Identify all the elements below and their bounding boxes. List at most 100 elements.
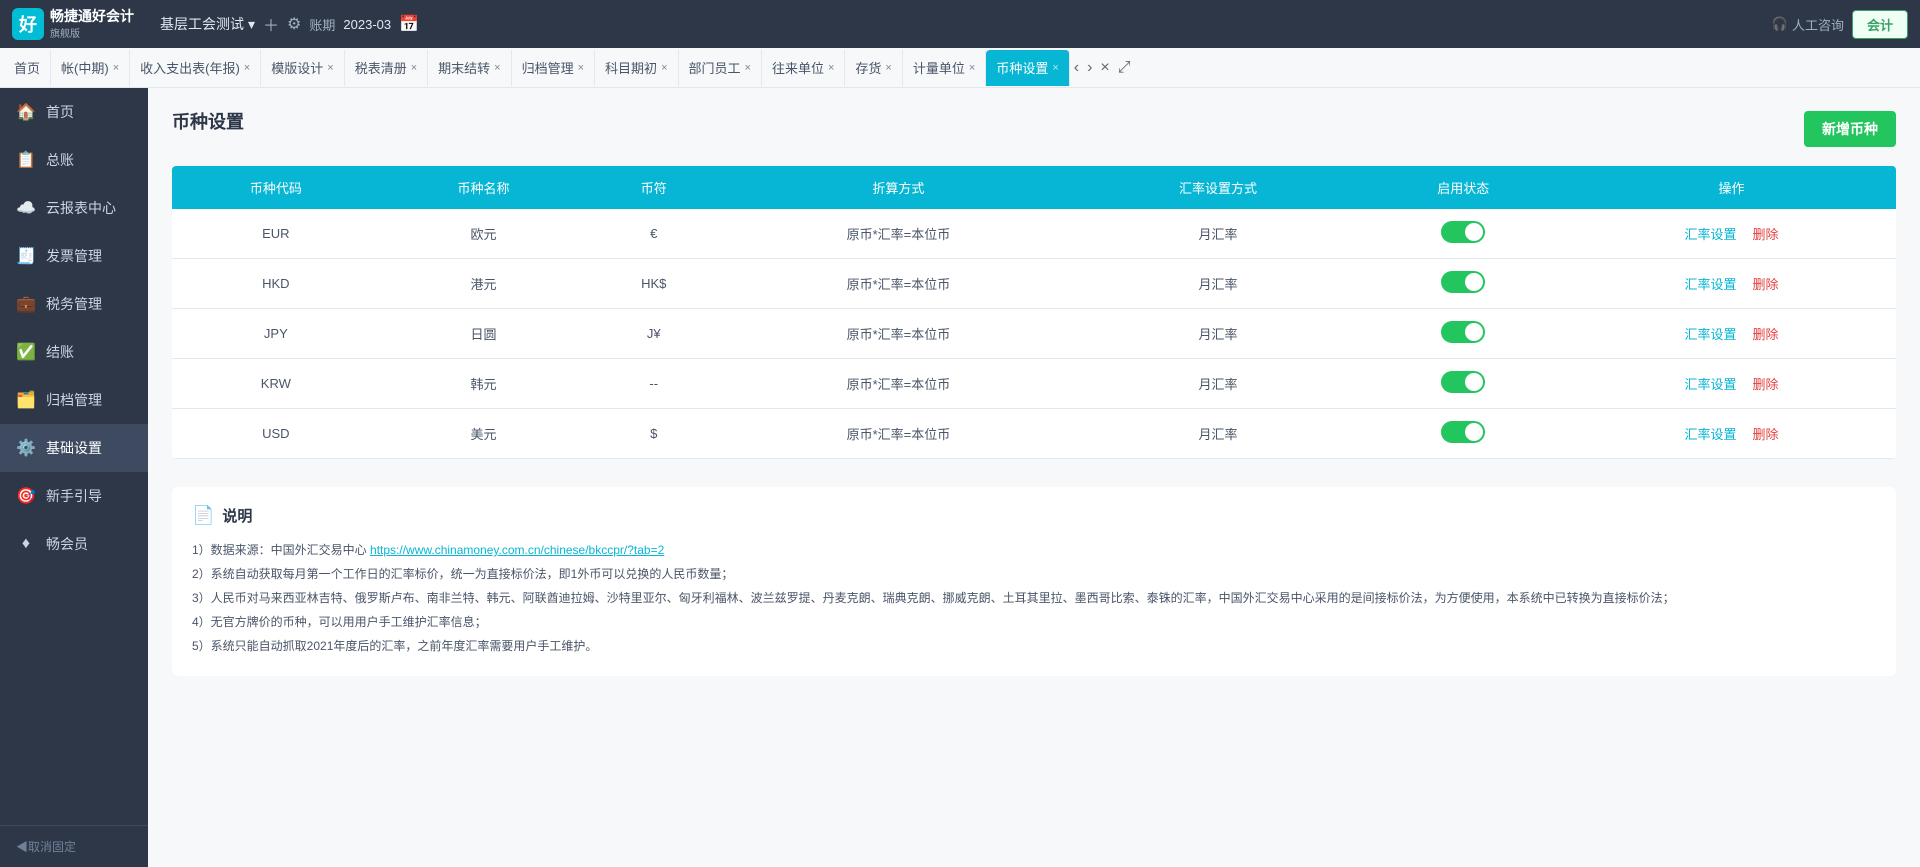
cell-rate-type: 月汇率 <box>1077 259 1360 309</box>
tab-currency[interactable]: 币种设置 × <box>986 50 1069 86</box>
logo-sub: 旗舰版 <box>50 25 134 40</box>
delete-btn[interactable]: 删除 <box>1753 274 1779 293</box>
tab-period-end[interactable]: 期末结转 × <box>428 50 511 86</box>
notes-title-text: 说明 <box>222 505 252 526</box>
tab-close-contacts[interactable]: × <box>828 62 834 74</box>
tab-close-income[interactable]: × <box>244 62 250 74</box>
notes-section: 📄 说明 1）数据来源：中国外汇交易中心 https://www.chinamo… <box>172 487 1896 676</box>
company-name[interactable]: 基层工会测试 ▾ <box>160 14 255 34</box>
cell-name: 欧元 <box>380 209 588 259</box>
status-toggle[interactable] <box>1441 221 1485 243</box>
top-header: 好 畅捷通好会计 旗舰版 基层工会测试 ▾ ＋ ⚙ 账期 2023-03 📅 🎧… <box>0 0 1920 48</box>
service-btn[interactable]: 🎧 人工咨询 <box>1772 15 1844 34</box>
rate-setting-btn[interactable]: 汇率设置 <box>1685 324 1737 343</box>
toggle-wrap[interactable] <box>1441 271 1485 293</box>
content-area: 币种设置 新增币种 币种代码 币种名称 币符 折算方式 汇率设置方式 启用状态 … <box>148 88 1920 867</box>
rate-setting-btn[interactable]: 汇率设置 <box>1685 424 1737 443</box>
add-company-btn[interactable]: ＋ <box>263 12 279 36</box>
status-toggle[interactable] <box>1441 321 1485 343</box>
new-currency-btn[interactable]: 新增币种 <box>1804 111 1896 147</box>
tab-inventory[interactable]: 存货 × <box>845 50 902 86</box>
headset-icon: 🎧 <box>1772 16 1788 32</box>
sidebar-item-settings[interactable]: ⚙️ 基础设置 <box>0 424 148 472</box>
col-ops: 操作 <box>1567 166 1896 209</box>
sidebar-item-guide[interactable]: 🎯 新手引导 <box>0 472 148 520</box>
notes-list: 1）数据来源：中国外汇交易中心 https://www.chinamoney.c… <box>192 538 1876 658</box>
sidebar-unpin-btn[interactable]: ◀取消固定 <box>0 825 148 867</box>
status-toggle[interactable] <box>1441 421 1485 443</box>
note-item: 4）无官方牌价的币种，可以用用户手工维护汇率信息； <box>192 610 1876 634</box>
sidebar-label-invoice: 发票管理 <box>46 246 102 266</box>
tab-home[interactable]: 首页 <box>4 50 51 86</box>
table-body: EUR 欧元 € 原币*汇率=本位币 月汇率 汇率设置 删除 HKD 港元 HK… <box>172 209 1896 459</box>
rate-setting-btn[interactable]: 汇率设置 <box>1685 224 1737 243</box>
delete-btn[interactable]: 删除 <box>1753 324 1779 343</box>
sidebar-item-archive[interactable]: 🗂️ 归档管理 <box>0 376 148 424</box>
accounting-btn[interactable]: 会计 <box>1852 10 1908 39</box>
tab-close-tax[interactable]: × <box>411 62 417 74</box>
tab-units[interactable]: 计量单位 × <box>903 50 986 86</box>
delete-btn[interactable]: 删除 <box>1753 374 1779 393</box>
cell-symbol: HK$ <box>587 259 720 309</box>
tab-dept[interactable]: 部门员工 × <box>679 50 762 86</box>
tab-income[interactable]: 收入支出表(年报) × <box>130 50 261 86</box>
cell-calc: 原币*汇率=本位币 <box>720 309 1077 359</box>
main-layout: 🏠 首页 📋 总账 ☁️ 云报表中心 🧾 发票管理 💼 税务管理 ✅ 结账 🗂️… <box>0 88 1920 867</box>
tab-ledger[interactable]: 帐(中期) × <box>51 50 130 86</box>
tab-close-all-btn[interactable]: × <box>1096 59 1113 77</box>
member-icon: ♦ <box>16 535 36 553</box>
tab-prev-btn[interactable]: ‹ <box>1070 59 1083 77</box>
rate-setting-btn[interactable]: 汇率设置 <box>1685 374 1737 393</box>
notes-link[interactable]: https://www.chinamoney.com.cn/chinese/bk… <box>370 543 664 557</box>
home-icon: 🏠 <box>16 102 36 122</box>
delete-btn[interactable]: 删除 <box>1753 424 1779 443</box>
cell-symbol: $ <box>587 409 720 459</box>
tab-next-btn[interactable]: › <box>1083 59 1096 77</box>
cell-status <box>1359 359 1567 409</box>
unpin-label: ◀取消固定 <box>16 838 76 855</box>
col-symbol: 币符 <box>587 166 720 209</box>
calendar-icon[interactable]: 📅 <box>399 14 419 34</box>
rate-setting-btn[interactable]: 汇率设置 <box>1685 274 1737 293</box>
delete-btn[interactable]: 删除 <box>1753 224 1779 243</box>
tab-expand-btn[interactable]: ⤢ <box>1114 59 1135 77</box>
toggle-wrap[interactable] <box>1441 371 1485 393</box>
tab-close-inventory[interactable]: × <box>885 62 891 74</box>
col-status: 启用状态 <box>1359 166 1567 209</box>
sidebar-item-invoice[interactable]: 🧾 发票管理 <box>0 232 148 280</box>
toggle-wrap[interactable] <box>1441 321 1485 343</box>
tab-close-dept[interactable]: × <box>745 62 751 74</box>
status-toggle[interactable] <box>1441 371 1485 393</box>
tab-close-template[interactable]: × <box>327 62 333 74</box>
toggle-wrap[interactable] <box>1441 221 1485 243</box>
tab-contacts[interactable]: 往来单位 × <box>762 50 845 86</box>
sidebar-item-ledger[interactable]: 📋 总账 <box>0 136 148 184</box>
sidebar-label-member: 畅会员 <box>46 534 88 554</box>
tab-tax[interactable]: 税表清册 × <box>345 50 428 86</box>
sidebar-item-tax[interactable]: 💼 税务管理 <box>0 280 148 328</box>
sidebar-item-settle[interactable]: ✅ 结账 <box>0 328 148 376</box>
tab-close-period-end[interactable]: × <box>494 62 500 74</box>
tab-template[interactable]: 模版设计 × <box>261 50 344 86</box>
tab-close-currency[interactable]: × <box>1052 62 1058 74</box>
sidebar-item-home[interactable]: 🏠 首页 <box>0 88 148 136</box>
settings-icon: ⚙️ <box>16 438 36 458</box>
tab-subject-init[interactable]: 科目期初 × <box>595 50 678 86</box>
table-row: KRW 韩元 -- 原币*汇率=本位币 月汇率 汇率设置 删除 <box>172 359 1896 409</box>
sidebar-item-member[interactable]: ♦ 畅会员 <box>0 520 148 568</box>
status-toggle[interactable] <box>1441 271 1485 293</box>
tab-close-units[interactable]: × <box>969 62 975 74</box>
tab-close-archive[interactable]: × <box>578 62 584 74</box>
header-middle: 基层工会测试 ▾ ＋ ⚙ 账期 2023-03 📅 <box>160 12 1772 36</box>
tab-archive[interactable]: 归档管理 × <box>512 50 595 86</box>
toggle-wrap[interactable] <box>1441 421 1485 443</box>
tab-close-ledger[interactable]: × <box>113 62 119 74</box>
cell-calc: 原币*汇率=本位币 <box>720 359 1077 409</box>
cell-name: 日圆 <box>380 309 588 359</box>
sidebar-item-cloud-reports[interactable]: ☁️ 云报表中心 <box>0 184 148 232</box>
tab-close-subject-init[interactable]: × <box>661 62 667 74</box>
cell-name: 美元 <box>380 409 588 459</box>
settings-btn[interactable]: ⚙ <box>287 14 301 34</box>
sidebar-label-cloud-reports: 云报表中心 <box>46 198 116 218</box>
sidebar-label-archive: 归档管理 <box>46 390 102 410</box>
